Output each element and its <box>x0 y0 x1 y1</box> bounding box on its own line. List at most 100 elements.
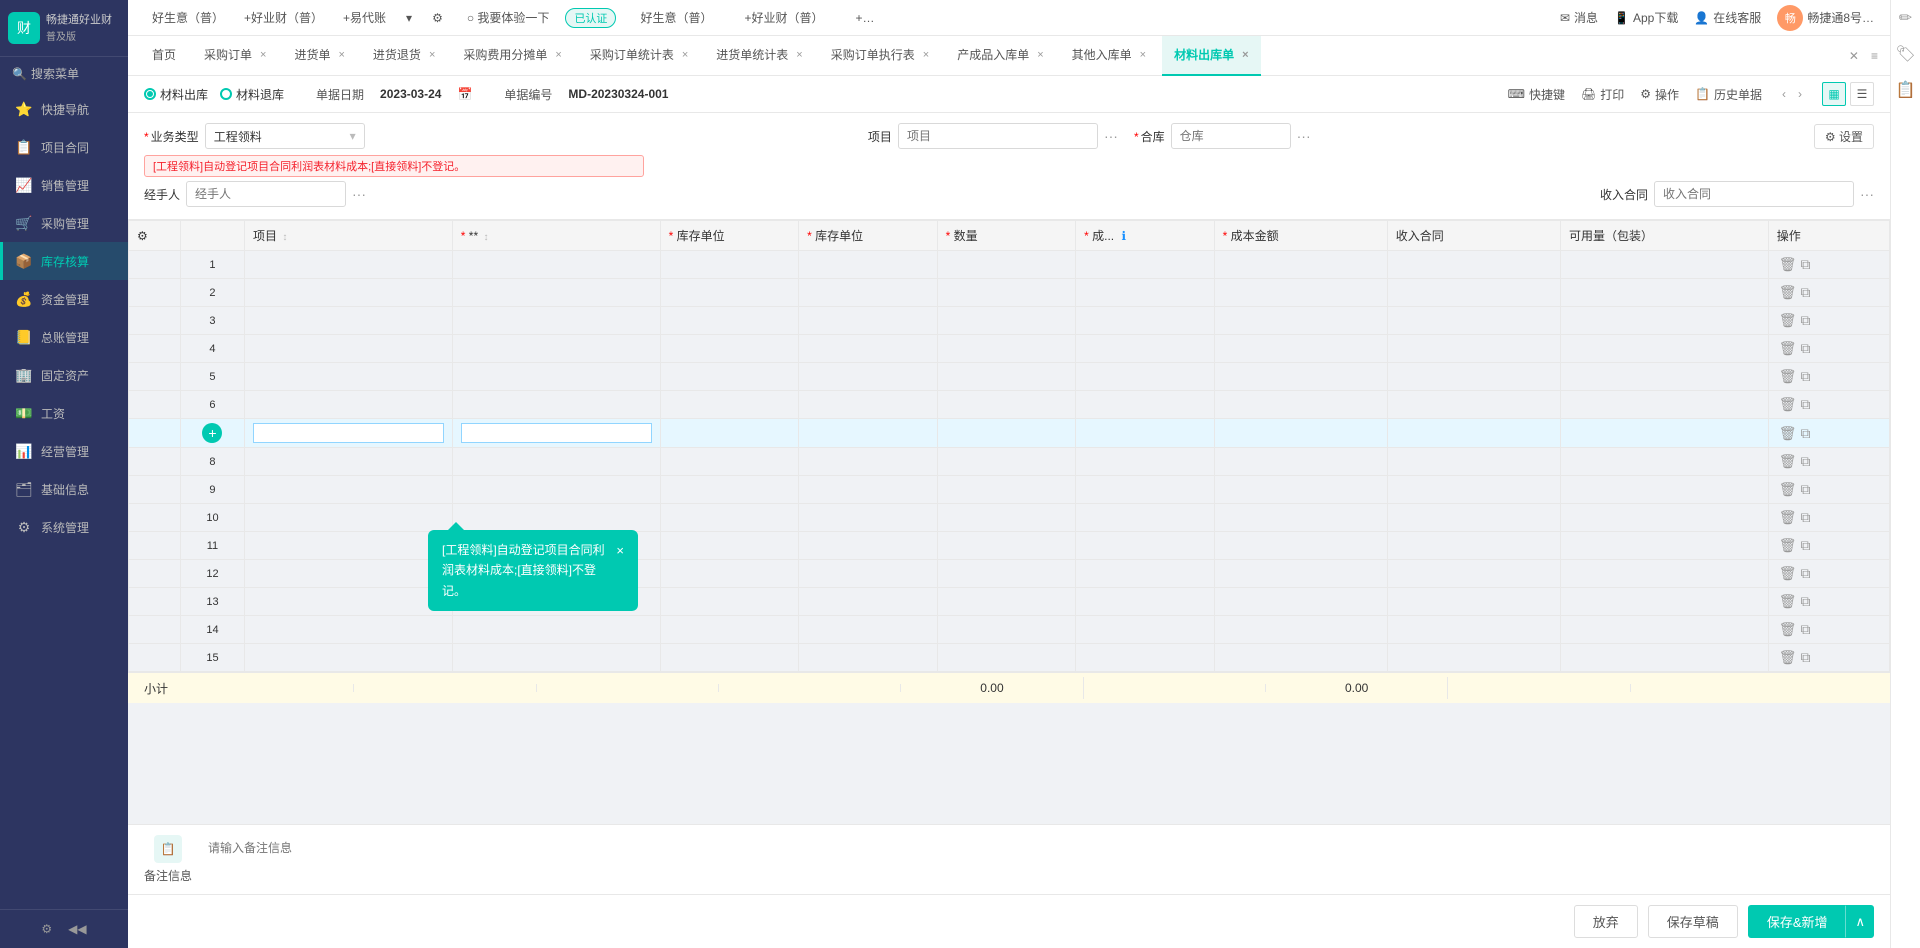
row-cost-cell[interactable] <box>1076 616 1215 644</box>
row-cost-cell[interactable] <box>1076 391 1215 419</box>
right-link-more[interactable]: +… <box>847 8 882 28</box>
row-contract-cell[interactable] <box>1387 307 1560 335</box>
close-all-icon[interactable]: ✕ <box>1849 49 1859 63</box>
copy-row-btn[interactable]: ⧉ <box>1801 481 1811 497</box>
delete-row-btn[interactable]: 🗑 <box>1779 453 1797 469</box>
th-gear[interactable]: ⚙ <box>129 221 181 251</box>
row-available-cell[interactable] <box>1560 644 1768 672</box>
save-new-main-btn[interactable]: 保存&新增 <box>1748 905 1847 938</box>
row-costamt-cell[interactable] <box>1214 616 1387 644</box>
th-project[interactable]: 项目 ↕ <box>245 221 453 251</box>
row-contract-cell[interactable] <box>1387 616 1560 644</box>
sidebar-item-system[interactable]: ⚙ 系统管理 <box>0 508 128 546</box>
income-contract-more-btn[interactable]: ··· <box>1860 186 1874 202</box>
row-warehouse-cell[interactable] <box>660 307 799 335</box>
delete-row-btn[interactable]: 🗑 <box>1779 537 1797 553</box>
radio-material-return[interactable]: 材料退库 <box>220 86 284 103</box>
row-warehouse-cell[interactable] <box>660 251 799 279</box>
calendar-icon[interactable]: 📅 <box>457 87 472 101</box>
sidebar-item-finance[interactable]: 💰 资金管理 <box>0 280 128 318</box>
tab-home[interactable]: 首页 <box>140 36 188 76</box>
sidebar-settings-icon[interactable]: ⚙ <box>41 922 52 936</box>
sku-cell-input[interactable] <box>461 423 652 443</box>
copy-row-btn[interactable]: ⧉ <box>1801 312 1811 328</box>
tab-purchase-exec[interactable]: 采购订单执行表 × <box>819 36 941 76</box>
row-unit-cell[interactable] <box>799 335 938 363</box>
row-warehouse-cell[interactable] <box>660 448 799 476</box>
sidebar-item-sales[interactable]: 📈 销售管理 <box>0 166 128 204</box>
row-unit-cell[interactable] <box>799 644 938 672</box>
tab-more-icon[interactable]: ≡ <box>1871 49 1878 63</box>
row-costamt-cell[interactable] <box>1214 476 1387 504</box>
nav-next-btn[interactable]: › <box>1794 85 1806 103</box>
row-contract-cell[interactable] <box>1387 560 1560 588</box>
row-warehouse-cell[interactable] <box>660 476 799 504</box>
row-project-cell[interactable] <box>245 560 453 588</box>
row-cost-cell[interactable] <box>1076 307 1215 335</box>
row-project-cell[interactable] <box>245 476 453 504</box>
delete-row-btn[interactable]: 🗑 <box>1779 425 1797 441</box>
project-cell-input[interactable] <box>253 423 444 443</box>
history-btn[interactable]: 📋 历史单据 <box>1695 86 1762 103</box>
row-warehouse-cell[interactable] <box>660 588 799 616</box>
row-warehouse-cell[interactable] <box>660 560 799 588</box>
row-unit-cell[interactable] <box>799 363 938 391</box>
remarks-input[interactable] <box>204 835 1874 871</box>
quick-key-btn[interactable]: ⌨ 快捷键 <box>1508 86 1565 103</box>
tab-finished-goods[interactable]: 产成品入库单 × <box>945 36 1055 76</box>
row-sku-cell[interactable] <box>452 448 660 476</box>
row-costamt-cell[interactable] <box>1214 335 1387 363</box>
row-costamt-cell[interactable] <box>1214 644 1387 672</box>
row-cost-cell[interactable] <box>1076 644 1215 672</box>
tab-incoming-stats-close[interactable]: × <box>796 49 802 61</box>
row-sku-cell[interactable] <box>452 251 660 279</box>
row-qty-cell[interactable] <box>937 363 1076 391</box>
save-draft-btn[interactable]: 保存草稿 <box>1648 905 1738 938</box>
nav-settings-icon[interactable]: ⚙ <box>424 8 451 28</box>
project-input[interactable] <box>898 123 1098 149</box>
row-project-cell[interactable] <box>245 279 453 307</box>
copy-row-btn[interactable]: ⧉ <box>1801 368 1811 384</box>
row-warehouse-cell[interactable] <box>660 616 799 644</box>
row-warehouse-cell[interactable] <box>660 363 799 391</box>
message-btn[interactable]: ✉ 消息 <box>1560 9 1598 26</box>
sidebar-item-ledger[interactable]: 📒 总账管理 <box>0 318 128 356</box>
row-project-cell[interactable] <box>245 616 453 644</box>
copy-row-btn[interactable]: ⧉ <box>1801 396 1811 412</box>
row-project-cell[interactable] <box>245 363 453 391</box>
right-link-goodfinance[interactable]: +好业财（普） <box>736 6 831 29</box>
right-panel-tag-icon[interactable]: 🏷 <box>1895 44 1915 64</box>
tab-purchase-expense-close[interactable]: × <box>555 49 561 61</box>
delete-row-btn[interactable]: 🗑 <box>1779 593 1797 609</box>
row-sku-cell[interactable] <box>452 644 660 672</box>
row-contract-cell[interactable] <box>1387 363 1560 391</box>
th-sku[interactable]: * ** ↕ <box>452 221 660 251</box>
income-contract-input[interactable] <box>1654 181 1854 207</box>
tab-purchase-order[interactable]: 采购订单 × <box>192 36 278 76</box>
tab-incoming-close[interactable]: × <box>338 49 344 61</box>
copy-row-btn[interactable]: ⧉ <box>1801 340 1811 356</box>
delete-row-btn[interactable]: 🗑 <box>1779 621 1797 637</box>
row-qty-cell[interactable] <box>937 391 1076 419</box>
row-warehouse-cell[interactable] <box>660 391 799 419</box>
sidebar-item-quick-nav[interactable]: ⭐ 快捷导航 <box>0 90 128 128</box>
tab-incoming-stats[interactable]: 进货单统计表 × <box>704 36 814 76</box>
row-available-cell[interactable] <box>1560 363 1768 391</box>
tab-purchase-order-close[interactable]: × <box>260 49 266 61</box>
row-sku-cell[interactable] <box>452 616 660 644</box>
delete-row-btn[interactable]: 🗑 <box>1779 481 1797 497</box>
row-warehouse-cell[interactable] <box>660 532 799 560</box>
row-unit-cell[interactable] <box>799 616 938 644</box>
sidebar-item-basic[interactable]: 🗂 基础信息 <box>0 470 128 508</box>
row-cost-cell[interactable] <box>1076 363 1215 391</box>
sidebar-item-operations[interactable]: 📊 经营管理 <box>0 432 128 470</box>
row-qty-cell[interactable] <box>937 588 1076 616</box>
copy-row-btn[interactable]: ⧉ <box>1801 621 1811 637</box>
view-list-btn[interactable]: ☰ <box>1850 82 1874 106</box>
tab-purchase-stats-close[interactable]: × <box>682 49 688 61</box>
right-panel-green-icon[interactable]: 📋 <box>1896 80 1916 100</box>
tab-incoming[interactable]: 进货单 × <box>282 36 356 76</box>
sidebar-item-salary[interactable]: 💵 工资 <box>0 394 128 432</box>
try-btn[interactable]: ○ 我要体验一下 <box>467 9 550 26</box>
row-unit-cell[interactable] <box>799 448 938 476</box>
